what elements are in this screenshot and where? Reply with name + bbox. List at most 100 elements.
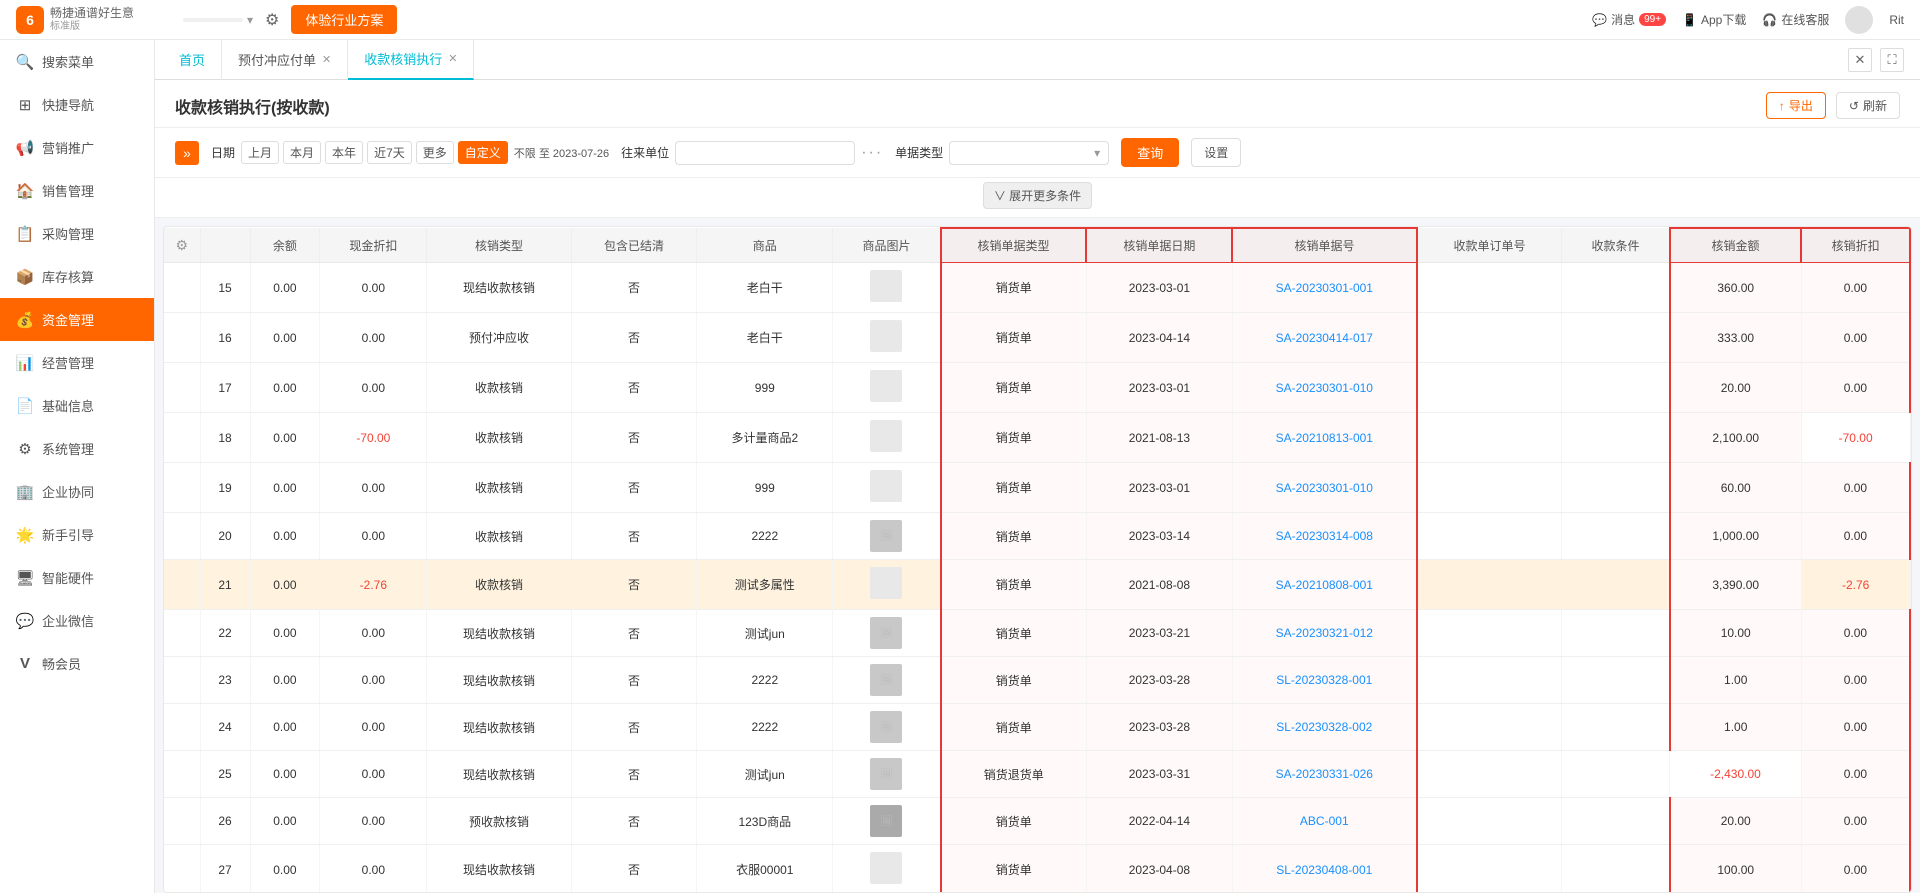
- receipt-tab-close[interactable]: ✕: [448, 52, 457, 65]
- date-btn-more[interactable]: 更多: [416, 141, 454, 164]
- sidebar-item-finance[interactable]: 💰 资金管理: [0, 298, 154, 341]
- filter-expand-button[interactable]: »: [175, 141, 199, 165]
- cell-verify-bill-no[interactable]: SA-20210808-001: [1232, 560, 1416, 610]
- verify-bill-no-link[interactable]: SA-20230301-010: [1276, 381, 1373, 395]
- verify-bill-no-link[interactable]: SL-20230328-002: [1276, 720, 1372, 734]
- sidebar-item-purchase[interactable]: 📋 采购管理: [0, 212, 154, 255]
- tab-home[interactable]: 首页: [163, 40, 222, 80]
- message-button[interactable]: 💬 消息 99+: [1592, 11, 1666, 28]
- cell-verify-type: 收款核销: [427, 363, 571, 413]
- query-button[interactable]: 查询: [1121, 138, 1179, 167]
- tab-prepay[interactable]: 预付冲应付单 ✕: [222, 40, 348, 80]
- cell-goods: 测试多属性: [697, 560, 833, 610]
- cell-verify-bill-no[interactable]: SL-20230328-001: [1232, 657, 1416, 704]
- cell-balance: 0.00: [250, 657, 320, 704]
- cell-verify-bill-no[interactable]: ABC-001: [1232, 798, 1416, 845]
- filter-date-buttons: 上月 本月 本年 近7天 更多 自定义: [241, 141, 508, 164]
- sidebar-item-wechat[interactable]: 💬 企业微信: [0, 599, 154, 642]
- cell-verify-bill-no[interactable]: SA-20230301-010: [1232, 463, 1416, 513]
- cell-verify-type: 收款核销: [427, 463, 571, 513]
- export-button[interactable]: ↑ 导出: [1766, 92, 1826, 119]
- cell-verify-bill-date: 2023-03-28: [1086, 657, 1232, 704]
- cell-verify-bill-no[interactable]: SA-20230301-010: [1232, 363, 1416, 413]
- cell-verify-bill-no[interactable]: SL-20230328-002: [1232, 704, 1416, 751]
- industry-solution-button[interactable]: 体验行业方案: [291, 5, 397, 34]
- cell-goods: 2222: [697, 657, 833, 704]
- verify-bill-no-link[interactable]: SA-20230414-017: [1276, 331, 1373, 345]
- cell-settings: [164, 463, 200, 513]
- date-btn-7days[interactable]: 近7天: [367, 141, 412, 164]
- verify-bill-no-link[interactable]: SL-20230328-001: [1276, 673, 1372, 687]
- cell-verify-bill-date: 2021-08-08: [1086, 560, 1232, 610]
- cell-verify-bill-no[interactable]: SA-20210813-001: [1232, 413, 1416, 463]
- sidebar-item-search[interactable]: 🔍 搜索菜单: [0, 40, 154, 83]
- cell-verify-bill-no[interactable]: SA-20230414-017: [1232, 313, 1416, 363]
- user-name: Rit: [1889, 13, 1904, 27]
- cell-goods: 测试jun: [697, 751, 833, 798]
- expand-more-button[interactable]: ∨ 展开更多条件: [983, 182, 1092, 209]
- app-logo-icon: 6: [16, 6, 44, 34]
- search-icon: 🔍: [16, 53, 34, 71]
- verify-bill-no-link[interactable]: SA-20230314-008: [1276, 529, 1373, 543]
- refresh-icon: ↺: [1849, 99, 1859, 113]
- sidebar-item-member[interactable]: V 畅会员: [0, 642, 154, 685]
- column-settings-icon[interactable]: ⚙: [175, 237, 188, 253]
- cell-verify-bill-type: 销货单: [941, 845, 1087, 893]
- setting-button[interactable]: 设置: [1191, 138, 1241, 167]
- table-row: 23 0.00 0.00 现结收款核销 否 2222 🖼 销货单 2023-03…: [164, 657, 1910, 704]
- sidebar-item-shortcut[interactable]: ⊞ 快捷导航: [0, 83, 154, 126]
- date-btn-last-month[interactable]: 上月: [241, 141, 279, 164]
- cell-receipt-condition: [1562, 413, 1670, 463]
- col-header-verify-bill-type: 核销单据类型: [941, 228, 1087, 263]
- online-service-button[interactable]: 🎧 在线客服: [1762, 11, 1829, 28]
- cell-no: 26: [200, 798, 250, 845]
- prepay-tab-close[interactable]: ✕: [322, 53, 331, 66]
- tab-receipt[interactable]: 收款核销执行 ✕: [348, 40, 474, 80]
- cell-verify-bill-date: 2023-03-01: [1086, 363, 1232, 413]
- cell-receipt-condition: [1562, 704, 1670, 751]
- tab-expand-button[interactable]: ⛶: [1880, 48, 1904, 72]
- sidebar-item-corp[interactable]: 🏢 企业协同: [0, 470, 154, 513]
- cell-no: 15: [200, 263, 250, 313]
- top-nav-dropdown[interactable]: ▾: [183, 13, 253, 27]
- sidebar-item-system[interactable]: ⚙ 系统管理: [0, 427, 154, 470]
- cell-receipt-order-no: [1417, 463, 1562, 513]
- filter-supplier-input[interactable]: [675, 141, 855, 165]
- date-btn-this-month[interactable]: 本月: [283, 141, 321, 164]
- table-row: 17 0.00 0.00 收款核销 否 999 销货单 2023-03-01 S…: [164, 363, 1910, 413]
- user-avatar[interactable]: [1845, 6, 1873, 34]
- refresh-button[interactable]: ↺ 刷新: [1836, 92, 1900, 119]
- cell-verify-bill-no[interactable]: SL-20230408-001: [1232, 845, 1416, 893]
- table-container[interactable]: ⚙ 余额 现金折扣 核销类型 包含已结清 商品 商品图片 核销单据类型 核销单据…: [163, 226, 1912, 893]
- settings-icon[interactable]: ⚙: [265, 10, 279, 30]
- cell-verify-bill-no[interactable]: SA-20230331-026: [1232, 751, 1416, 798]
- sidebar-item-basic[interactable]: 📄 基础信息: [0, 384, 154, 427]
- date-btn-custom[interactable]: 自定义: [458, 141, 508, 164]
- verify-bill-no-link[interactable]: SA-20230321-012: [1276, 626, 1373, 640]
- sidebar-item-guide[interactable]: 🌟 新手引导: [0, 513, 154, 556]
- col-header-settings[interactable]: ⚙: [164, 228, 200, 263]
- app-download-button[interactable]: 📱 App下载: [1682, 11, 1746, 28]
- verify-bill-no-link[interactable]: SA-20230331-026: [1276, 767, 1373, 781]
- verify-bill-no-link[interactable]: SA-20230301-010: [1276, 481, 1373, 495]
- cell-verify-bill-no[interactable]: SA-20230321-012: [1232, 610, 1416, 657]
- cell-verify-bill-no[interactable]: SA-20230314-008: [1232, 513, 1416, 560]
- sidebar-item-ops[interactable]: 📊 经营管理: [0, 341, 154, 384]
- sidebar-item-sales[interactable]: 🏠 销售管理: [0, 169, 154, 212]
- tab-close-all-button[interactable]: ✕: [1848, 48, 1872, 72]
- verify-bill-no-link[interactable]: ABC-001: [1300, 814, 1349, 828]
- cell-verify-amount: 2,100.00: [1670, 413, 1802, 463]
- verify-bill-no-link[interactable]: SA-20230301-001: [1276, 281, 1373, 295]
- cell-verify-bill-no[interactable]: SA-20230301-001: [1232, 263, 1416, 313]
- verify-bill-no-link[interactable]: SA-20210808-001: [1276, 578, 1373, 592]
- verify-bill-no-link[interactable]: SA-20210813-001: [1276, 431, 1373, 445]
- goods-image-empty: [870, 270, 902, 302]
- sidebar-item-hardware[interactable]: 🖥 智能硬件: [0, 556, 154, 599]
- cell-verify-type: 预付冲应收: [427, 313, 571, 363]
- sidebar-item-marketing[interactable]: 📢 营销推广: [0, 126, 154, 169]
- cell-balance: 0.00: [250, 845, 320, 893]
- filter-bill-type-select[interactable]: ▾: [949, 141, 1109, 165]
- sidebar-item-inventory[interactable]: 📦 库存核算: [0, 255, 154, 298]
- date-btn-this-year[interactable]: 本年: [325, 141, 363, 164]
- verify-bill-no-link[interactable]: SL-20230408-001: [1276, 863, 1372, 877]
